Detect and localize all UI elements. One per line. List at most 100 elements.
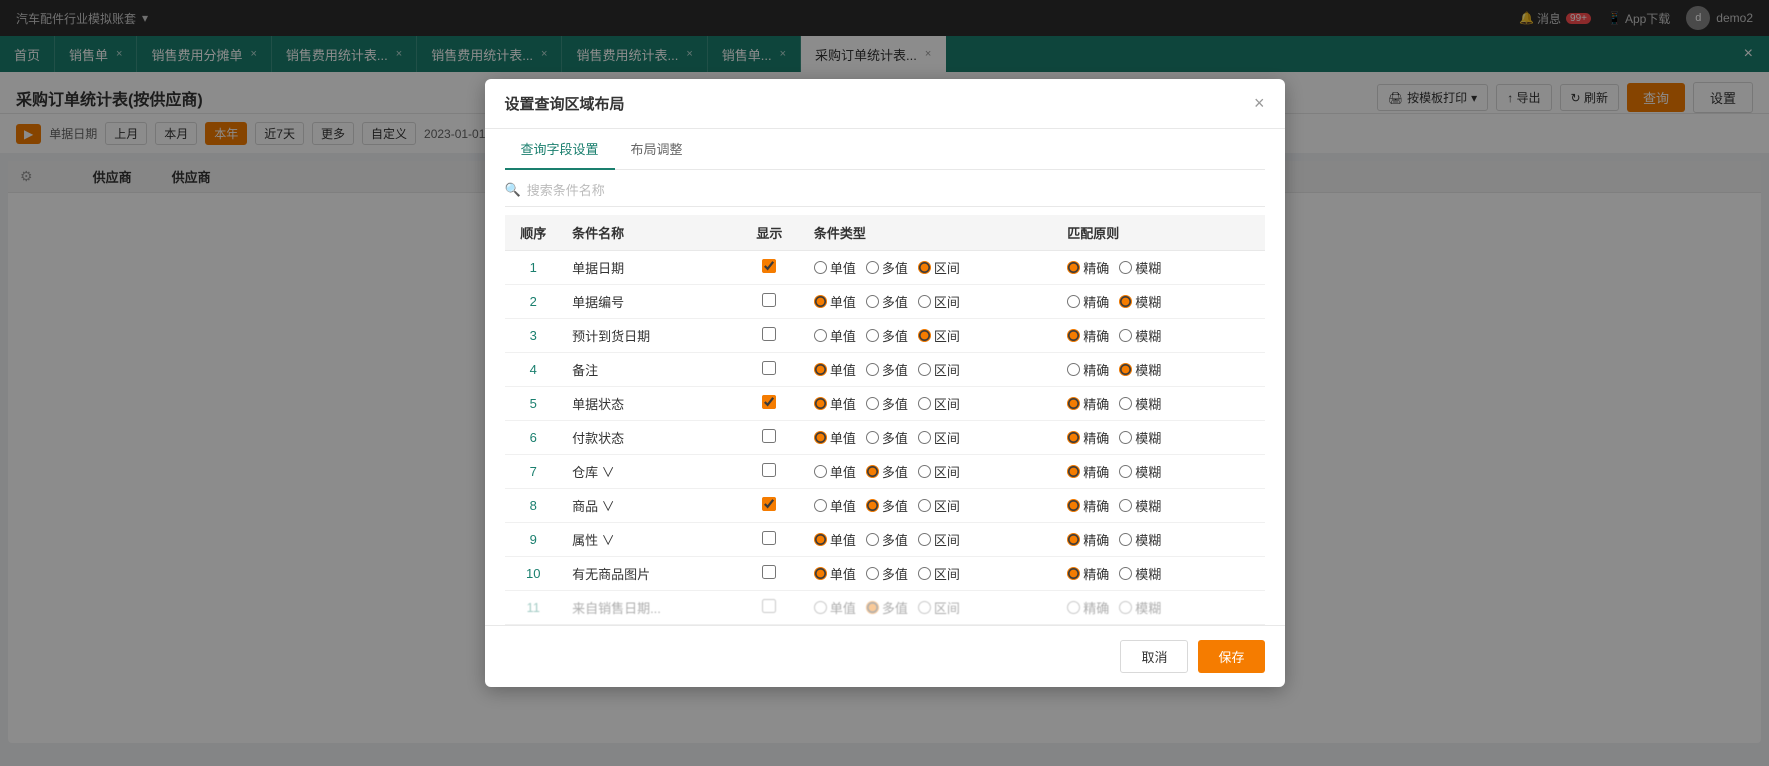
- match-radio-模糊[interactable]: [1119, 601, 1132, 614]
- type-radio-item[interactable]: 多值: [866, 360, 908, 379]
- match-radio-精确[interactable]: [1067, 533, 1080, 546]
- type-radio-多值[interactable]: [866, 533, 879, 546]
- type-radio-item[interactable]: 单值: [814, 360, 856, 379]
- match-radio-item[interactable]: 模糊: [1119, 394, 1161, 413]
- display-checkbox[interactable]: [762, 361, 776, 375]
- type-radio-item[interactable]: 单值: [814, 530, 856, 549]
- type-radio-单值[interactable]: [814, 601, 827, 614]
- match-radio-精确[interactable]: [1067, 499, 1080, 512]
- match-radio-模糊[interactable]: [1119, 533, 1132, 546]
- match-radio-item[interactable]: 模糊: [1119, 496, 1161, 515]
- type-radio-多值[interactable]: [866, 431, 879, 444]
- display-checkbox[interactable]: [762, 565, 776, 579]
- match-radio-item[interactable]: 精确: [1067, 530, 1109, 549]
- type-radio-item[interactable]: 区间: [918, 292, 960, 311]
- match-radio-item[interactable]: 精确: [1067, 258, 1109, 277]
- save-button[interactable]: 保存: [1198, 640, 1264, 673]
- match-radio-精确[interactable]: [1067, 567, 1080, 580]
- type-radio-单值[interactable]: [814, 499, 827, 512]
- match-radio-item[interactable]: 模糊: [1119, 530, 1161, 549]
- match-radio-item[interactable]: 模糊: [1119, 326, 1161, 345]
- type-radio-多值[interactable]: [866, 499, 879, 512]
- type-radio-单值[interactable]: [814, 397, 827, 410]
- type-radio-多值[interactable]: [866, 363, 879, 376]
- match-radio-模糊[interactable]: [1119, 295, 1132, 308]
- match-radio-精确[interactable]: [1067, 363, 1080, 376]
- type-radio-区间[interactable]: [918, 465, 931, 478]
- type-radio-多值[interactable]: [866, 397, 879, 410]
- cancel-button[interactable]: 取消: [1120, 640, 1188, 673]
- type-radio-item[interactable]: 单值: [814, 394, 856, 413]
- type-radio-多值[interactable]: [866, 465, 879, 478]
- modal-close-button[interactable]: ×: [1254, 93, 1265, 114]
- match-radio-模糊[interactable]: [1119, 567, 1132, 580]
- match-radio-item[interactable]: 精确: [1067, 360, 1109, 379]
- match-radio-模糊[interactable]: [1119, 363, 1132, 376]
- type-radio-item[interactable]: 区间: [918, 360, 960, 379]
- type-radio-item[interactable]: 单值: [814, 428, 856, 447]
- match-radio-模糊[interactable]: [1119, 431, 1132, 444]
- match-radio-item[interactable]: 模糊: [1119, 258, 1161, 277]
- modal-tab-layout[interactable]: 布局调整: [615, 129, 699, 170]
- display-checkbox[interactable]: [762, 599, 776, 613]
- type-radio-单值[interactable]: [814, 261, 827, 274]
- type-radio-item[interactable]: 区间: [918, 428, 960, 447]
- type-radio-单值[interactable]: [814, 431, 827, 444]
- type-radio-区间[interactable]: [918, 295, 931, 308]
- type-radio-单值[interactable]: [814, 533, 827, 546]
- match-radio-item[interactable]: 模糊: [1119, 598, 1161, 617]
- type-radio-item[interactable]: 区间: [918, 530, 960, 549]
- match-radio-精确[interactable]: [1067, 601, 1080, 614]
- type-radio-单值[interactable]: [814, 295, 827, 308]
- match-radio-模糊[interactable]: [1119, 261, 1132, 274]
- match-radio-精确[interactable]: [1067, 295, 1080, 308]
- type-radio-item[interactable]: 单值: [814, 258, 856, 277]
- type-radio-多值[interactable]: [866, 295, 879, 308]
- type-radio-区间[interactable]: [918, 533, 931, 546]
- match-radio-item[interactable]: 精确: [1067, 462, 1109, 481]
- type-radio-item[interactable]: 单值: [814, 292, 856, 311]
- match-radio-item[interactable]: 精确: [1067, 564, 1109, 583]
- type-radio-区间[interactable]: [918, 601, 931, 614]
- type-radio-item[interactable]: 多值: [866, 496, 908, 515]
- match-radio-模糊[interactable]: [1119, 329, 1132, 342]
- type-radio-item[interactable]: 区间: [918, 394, 960, 413]
- type-radio-单值[interactable]: [814, 363, 827, 376]
- match-radio-item[interactable]: 模糊: [1119, 564, 1161, 583]
- type-radio-区间[interactable]: [918, 363, 931, 376]
- type-radio-item[interactable]: 多值: [866, 428, 908, 447]
- display-checkbox[interactable]: [762, 463, 776, 477]
- match-radio-item[interactable]: 精确: [1067, 496, 1109, 515]
- match-radio-模糊[interactable]: [1119, 465, 1132, 478]
- match-radio-item[interactable]: 模糊: [1119, 462, 1161, 481]
- type-radio-item[interactable]: 多值: [866, 598, 908, 617]
- match-radio-item[interactable]: 精确: [1067, 394, 1109, 413]
- type-radio-item[interactable]: 多值: [866, 462, 908, 481]
- type-radio-多值[interactable]: [866, 567, 879, 580]
- display-checkbox[interactable]: [762, 531, 776, 545]
- type-radio-item[interactable]: 区间: [918, 258, 960, 277]
- type-radio-item[interactable]: 多值: [866, 258, 908, 277]
- type-radio-多值[interactable]: [866, 329, 879, 342]
- type-radio-单值[interactable]: [814, 465, 827, 478]
- type-radio-item[interactable]: 区间: [918, 462, 960, 481]
- type-radio-区间[interactable]: [918, 567, 931, 580]
- type-radio-区间[interactable]: [918, 431, 931, 444]
- modal-tab-query-fields[interactable]: 查询字段设置: [505, 129, 615, 170]
- type-radio-item[interactable]: 多值: [866, 564, 908, 583]
- type-radio-多值[interactable]: [866, 261, 879, 274]
- type-radio-item[interactable]: 多值: [866, 292, 908, 311]
- match-radio-item[interactable]: 模糊: [1119, 360, 1161, 379]
- match-radio-item[interactable]: 模糊: [1119, 292, 1161, 311]
- display-checkbox[interactable]: [762, 497, 776, 511]
- type-radio-item[interactable]: 单值: [814, 462, 856, 481]
- type-radio-item[interactable]: 单值: [814, 326, 856, 345]
- type-radio-item[interactable]: 区间: [918, 598, 960, 617]
- type-radio-单值[interactable]: [814, 329, 827, 342]
- match-radio-精确[interactable]: [1067, 261, 1080, 274]
- type-radio-区间[interactable]: [918, 397, 931, 410]
- match-radio-item[interactable]: 精确: [1067, 428, 1109, 447]
- type-radio-item[interactable]: 单值: [814, 496, 856, 515]
- display-checkbox[interactable]: [762, 429, 776, 443]
- display-checkbox[interactable]: [762, 293, 776, 307]
